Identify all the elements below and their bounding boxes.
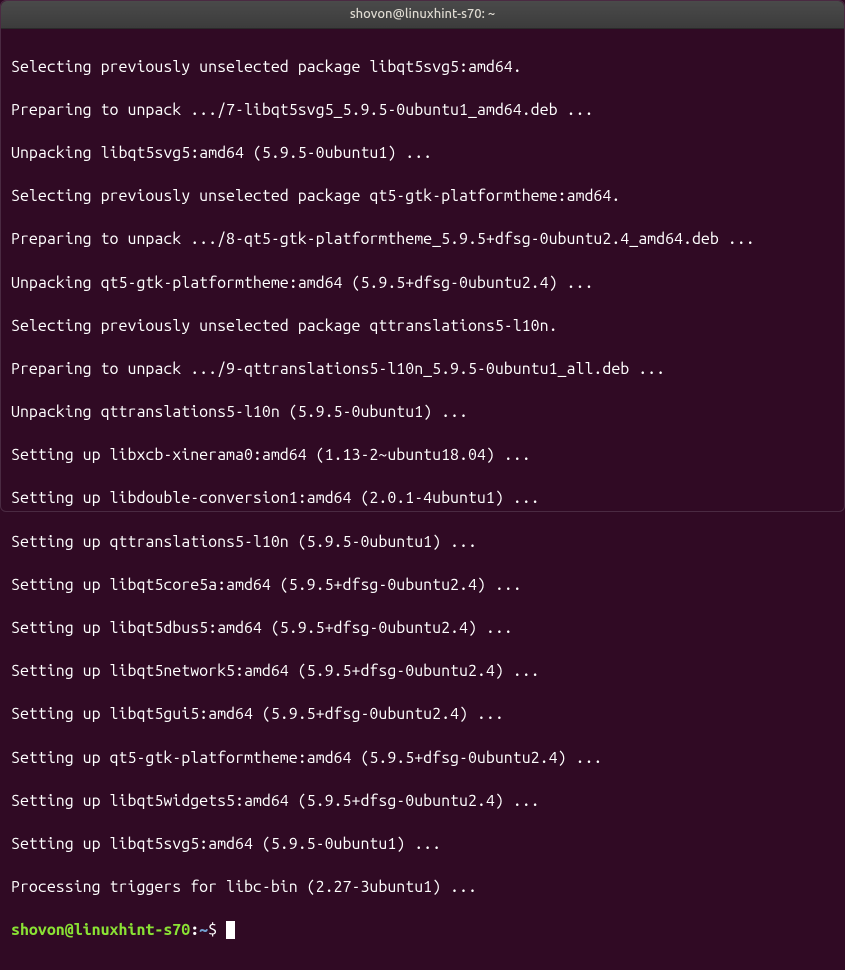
terminal-line: Preparing to unpack .../9-qttranslations… — [11, 359, 834, 381]
terminal-line: Setting up libxcb-xinerama0:amd64 (1.13-… — [11, 445, 834, 467]
prompt-dollar: $ — [208, 921, 217, 939]
terminal-line: Selecting previously unselected package … — [11, 186, 834, 208]
prompt-user-host: shovon@linuxhint-s70 — [11, 921, 190, 939]
terminal-line: Setting up libqt5gui5:amd64 (5.9.5+dfsg-… — [11, 704, 834, 726]
terminal-line: Processing triggers for libc-bin (2.27-3… — [11, 877, 834, 899]
terminal-line: Unpacking libqt5svg5:amd64 (5.9.5-0ubunt… — [11, 143, 834, 165]
terminal-line: Preparing to unpack .../7-libqt5svg5_5.9… — [11, 100, 834, 122]
terminal-line: Setting up qt5-gtk-platformtheme:amd64 (… — [11, 748, 834, 770]
terminal-line: Setting up qttranslations5-l10n (5.9.5-0… — [11, 532, 834, 554]
prompt-path: ~ — [199, 921, 208, 939]
terminal-line: Setting up libqt5widgets5:amd64 (5.9.5+d… — [11, 791, 834, 813]
terminal-line: Selecting previously unselected package … — [11, 57, 834, 79]
terminal-line: Setting up libqt5core5a:amd64 (5.9.5+dfs… — [11, 575, 834, 597]
terminal-output[interactable]: Selecting previously unselected package … — [1, 29, 844, 970]
window-title: shovon@linuxhint-s70: ~ — [350, 6, 495, 24]
terminal-line: Unpacking qt5-gtk-platformtheme:amd64 (5… — [11, 273, 834, 295]
window-titlebar: shovon@linuxhint-s70: ~ — [1, 1, 844, 29]
terminal-line: Setting up libqt5network5:amd64 (5.9.5+d… — [11, 661, 834, 683]
terminal-line: Setting up libqt5svg5:amd64 (5.9.5-0ubun… — [11, 834, 834, 856]
terminal-line: Unpacking qttranslations5-l10n (5.9.5-0u… — [11, 402, 834, 424]
prompt-line[interactable]: shovon@linuxhint-s70:~$ — [11, 920, 834, 942]
terminal-line: Setting up libdouble-conversion1:amd64 (… — [11, 488, 834, 510]
terminal-line: Selecting previously unselected package … — [11, 316, 834, 338]
terminal-line: Setting up libqt5dbus5:amd64 (5.9.5+dfsg… — [11, 618, 834, 640]
prompt-colon: : — [190, 921, 199, 939]
terminal-line: Preparing to unpack .../8-qt5-gtk-platfo… — [11, 229, 834, 251]
cursor-icon — [226, 921, 235, 939]
